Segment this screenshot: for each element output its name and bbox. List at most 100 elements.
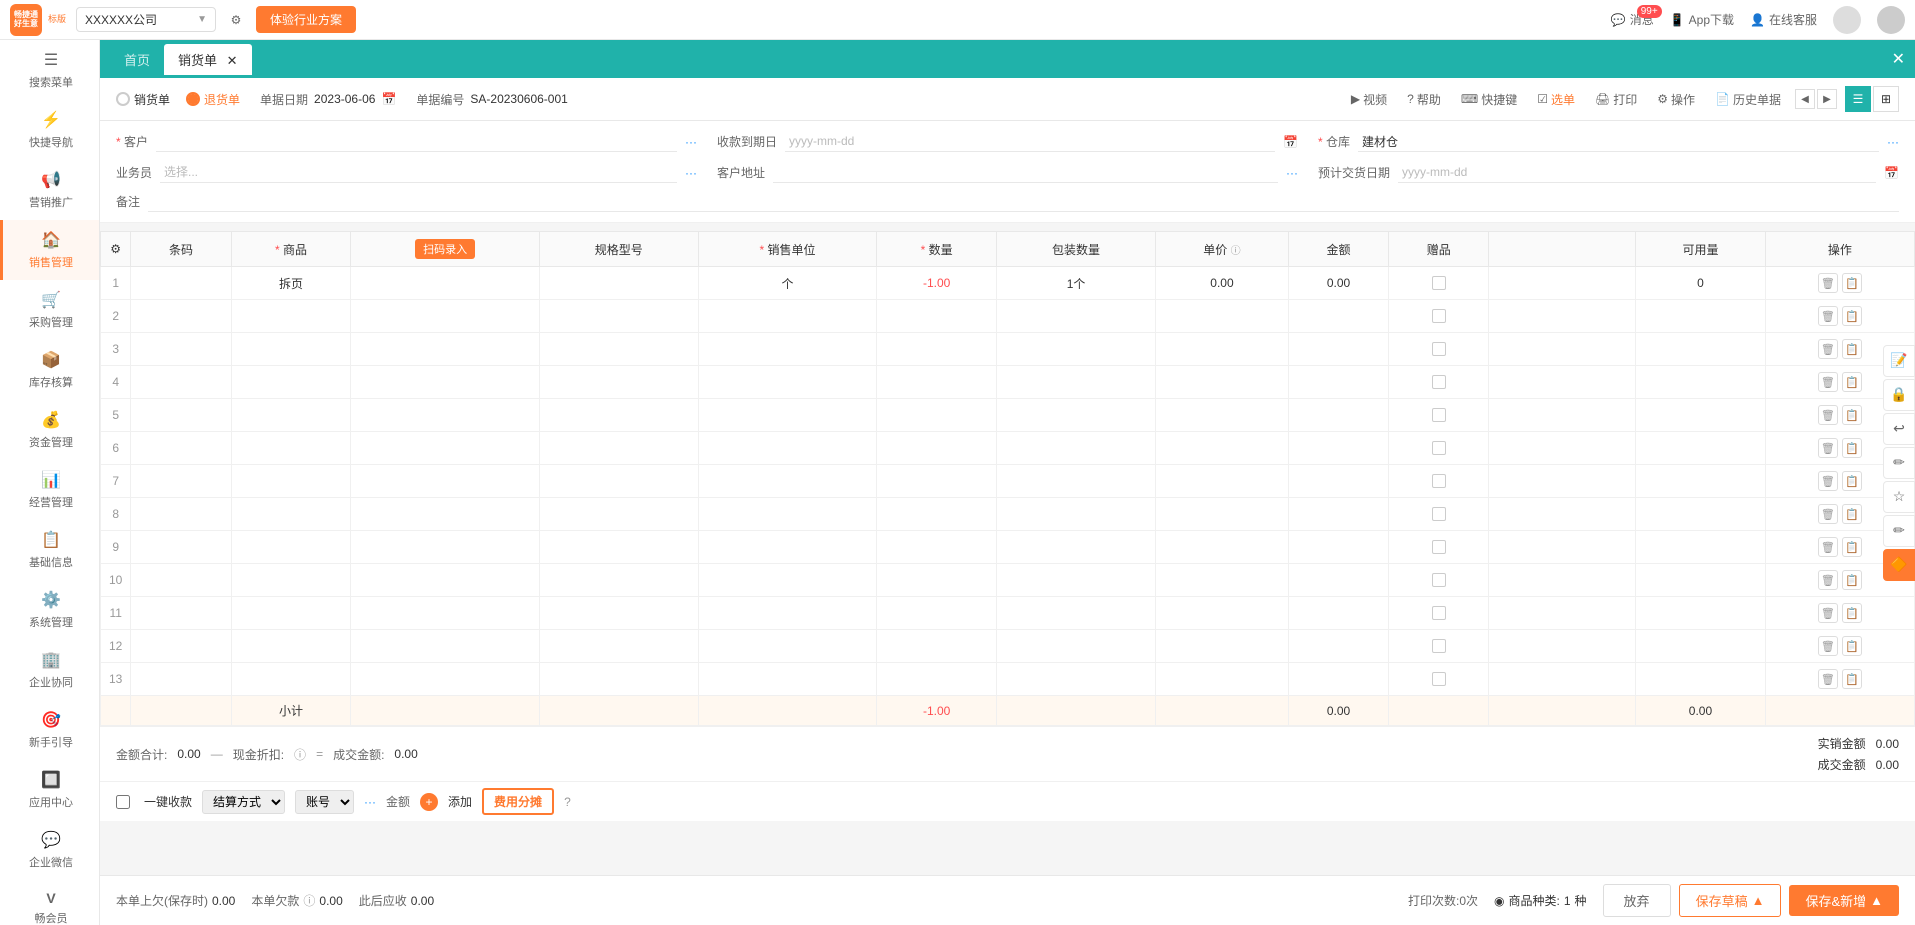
- tab-home[interactable]: 首页: [110, 44, 164, 75]
- sidebar-item-sales[interactable]: 🏠 销售管理: [0, 220, 99, 280]
- remarks-input[interactable]: [148, 191, 1899, 212]
- company-selector[interactable]: XXXXXX公司 ▼: [76, 7, 216, 32]
- add-payment-btn[interactable]: +: [420, 793, 438, 811]
- sidebar-item-marketing[interactable]: 📢 营销推广: [0, 160, 99, 220]
- float-note-btn[interactable]: 📝: [1883, 345, 1915, 377]
- row-gift-1[interactable]: [1389, 267, 1489, 300]
- delete-icon[interactable]: 🗑: [1818, 636, 1838, 656]
- copy-icon[interactable]: 📋: [1842, 438, 1862, 458]
- delete-icon[interactable]: 🗑: [1818, 273, 1838, 293]
- copy-icon[interactable]: 📋: [1842, 570, 1862, 590]
- discount-help-icon[interactable]: ⓘ: [294, 746, 306, 763]
- customer-dots[interactable]: ···: [685, 135, 697, 149]
- copy-icon[interactable]: 📋: [1842, 339, 1862, 359]
- row-amount-1[interactable]: 0.00: [1288, 267, 1388, 300]
- delete-icon[interactable]: 🗑: [1818, 537, 1838, 557]
- sidebar-item-system[interactable]: ⚙️ 系统管理: [0, 580, 99, 640]
- col-scan[interactable]: 扫码录入: [351, 232, 539, 267]
- row-price-1[interactable]: 0.00: [1156, 267, 1289, 300]
- warehouse-dots[interactable]: ···: [1887, 135, 1899, 149]
- radio-return[interactable]: 退货单: [186, 91, 240, 108]
- delete-icon[interactable]: 🗑: [1818, 339, 1838, 359]
- address-dots[interactable]: ···: [1286, 166, 1298, 180]
- row-barcode-1[interactable]: [131, 267, 231, 300]
- copy-icon[interactable]: 📋: [1842, 405, 1862, 425]
- trial-button[interactable]: 体验行业方案: [256, 6, 356, 33]
- save-draft-button[interactable]: 保存草稿 ▲: [1679, 884, 1782, 917]
- copy-icon[interactable]: 📋: [1842, 636, 1862, 656]
- delete-icon[interactable]: 🗑: [1818, 471, 1838, 491]
- expense-help-icon[interactable]: ?: [564, 795, 571, 809]
- copy-icon[interactable]: 📋: [1842, 471, 1862, 491]
- expense-btn[interactable]: 费用分摊: [482, 788, 554, 815]
- copy-icon[interactable]: 📋: [1842, 504, 1862, 524]
- doc-date-value[interactable]: 2023-06-06: [314, 92, 375, 106]
- row-qty-1[interactable]: -1.00: [877, 267, 997, 300]
- toolbar-shortcut[interactable]: ⌨ 快捷键: [1455, 89, 1523, 110]
- delete-icon[interactable]: 🗑: [1818, 504, 1838, 524]
- sidebar-item-basic-info[interactable]: 📋 基础信息: [0, 520, 99, 580]
- payment-account-select[interactable]: 账号: [295, 790, 354, 814]
- sidebar-item-enterprise[interactable]: 🏢 企业协同: [0, 640, 99, 700]
- float-edit-btn[interactable]: ✏: [1883, 447, 1915, 479]
- row-unit-1[interactable]: 个: [698, 267, 877, 300]
- float-star-btn[interactable]: ☆: [1883, 481, 1915, 513]
- sidebar-item-appcenter[interactable]: 🔲 应用中心: [0, 760, 99, 820]
- toolbar-select[interactable]: ☑ 选单: [1531, 89, 1581, 110]
- customer-input[interactable]: [156, 131, 677, 152]
- sidebar-item-member[interactable]: V 畅会员: [0, 880, 99, 925]
- scan-button[interactable]: 扫码录入: [415, 239, 475, 259]
- calendar-icon[interactable]: 📅: [381, 92, 396, 106]
- grid-view-btn[interactable]: ⊞: [1873, 86, 1899, 112]
- sidebar-item-quicknav[interactable]: ⚡ 快捷导航: [0, 100, 99, 160]
- avatar2[interactable]: [1877, 6, 1905, 34]
- delete-icon[interactable]: 🗑: [1818, 669, 1838, 689]
- tab-close-icon[interactable]: ✕: [227, 53, 238, 68]
- toolbar-video[interactable]: ▶ 视频: [1345, 89, 1393, 110]
- sidebar-item-operations[interactable]: 📊 经营管理: [0, 460, 99, 520]
- avatar[interactable]: [1833, 6, 1861, 34]
- copy-icon[interactable]: 📋: [1842, 669, 1862, 689]
- account-dots[interactable]: ···: [364, 795, 376, 809]
- toolbar-operate[interactable]: ⚙ 操作: [1651, 89, 1701, 110]
- sidebar-item-finance[interactable]: 💰 资金管理: [0, 400, 99, 460]
- sidebar-item-purchase[interactable]: 🛒 采购管理: [0, 280, 99, 340]
- sidebar-item-guide[interactable]: 🎯 新手引导: [0, 700, 99, 760]
- payment-method-select[interactable]: 结算方式: [202, 790, 285, 814]
- float-pen-btn[interactable]: ✏: [1883, 515, 1915, 547]
- float-undo-btn[interactable]: ↩: [1883, 413, 1915, 445]
- toolbar-help[interactable]: ? 帮助: [1401, 89, 1447, 110]
- delete-icon[interactable]: 🗑: [1818, 405, 1838, 425]
- app-download-btn[interactable]: 📱 App下载: [1670, 11, 1734, 28]
- close-all-tabs-icon[interactable]: ✕: [1892, 49, 1905, 69]
- sidebar-item-search[interactable]: ☰ 搜索菜单: [0, 40, 99, 100]
- delete-icon[interactable]: 🗑: [1818, 438, 1838, 458]
- delete-icon[interactable]: 🗑: [1818, 570, 1838, 590]
- salesperson-dots[interactable]: ···: [685, 166, 697, 180]
- online-service-btn[interactable]: 👤 在线客服: [1750, 11, 1817, 28]
- owe-help-icon[interactable]: ⓘ: [303, 892, 315, 909]
- col-settings[interactable]: ⚙: [101, 232, 131, 267]
- save-new-button[interactable]: 保存&新增 ▲: [1789, 885, 1899, 916]
- copy-icon[interactable]: 📋: [1842, 306, 1862, 326]
- delivery-calendar-icon[interactable]: 📅: [1884, 166, 1899, 180]
- toolbar-history[interactable]: 📄 历史单据: [1709, 89, 1787, 110]
- warehouse-input[interactable]: [1358, 131, 1879, 152]
- copy-icon[interactable]: 📋: [1842, 603, 1862, 623]
- prev-arrow[interactable]: ◀: [1795, 89, 1815, 109]
- payment-due-input[interactable]: [785, 131, 1275, 152]
- next-arrow[interactable]: ▶: [1817, 89, 1837, 109]
- float-lock-btn[interactable]: 🔒: [1883, 379, 1915, 411]
- abandon-button[interactable]: 放弃: [1603, 884, 1671, 917]
- message-btn[interactable]: 💬 消息 99+: [1611, 11, 1654, 28]
- salesperson-input[interactable]: [160, 162, 677, 183]
- toolbar-print[interactable]: 🖨 打印: [1589, 89, 1643, 110]
- calendar-icon[interactable]: 📅: [1283, 135, 1298, 149]
- product-kind-radio[interactable]: ◉: [1494, 894, 1504, 908]
- copy-icon[interactable]: 📋: [1842, 273, 1862, 293]
- delivery-date-input[interactable]: [1398, 162, 1876, 183]
- row-pkg-1[interactable]: 1个: [997, 267, 1156, 300]
- sidebar-item-wechat[interactable]: 💬 企业微信: [0, 820, 99, 880]
- sidebar-item-inventory[interactable]: 📦 库存核算: [0, 340, 99, 400]
- customer-address-input[interactable]: [773, 162, 1278, 183]
